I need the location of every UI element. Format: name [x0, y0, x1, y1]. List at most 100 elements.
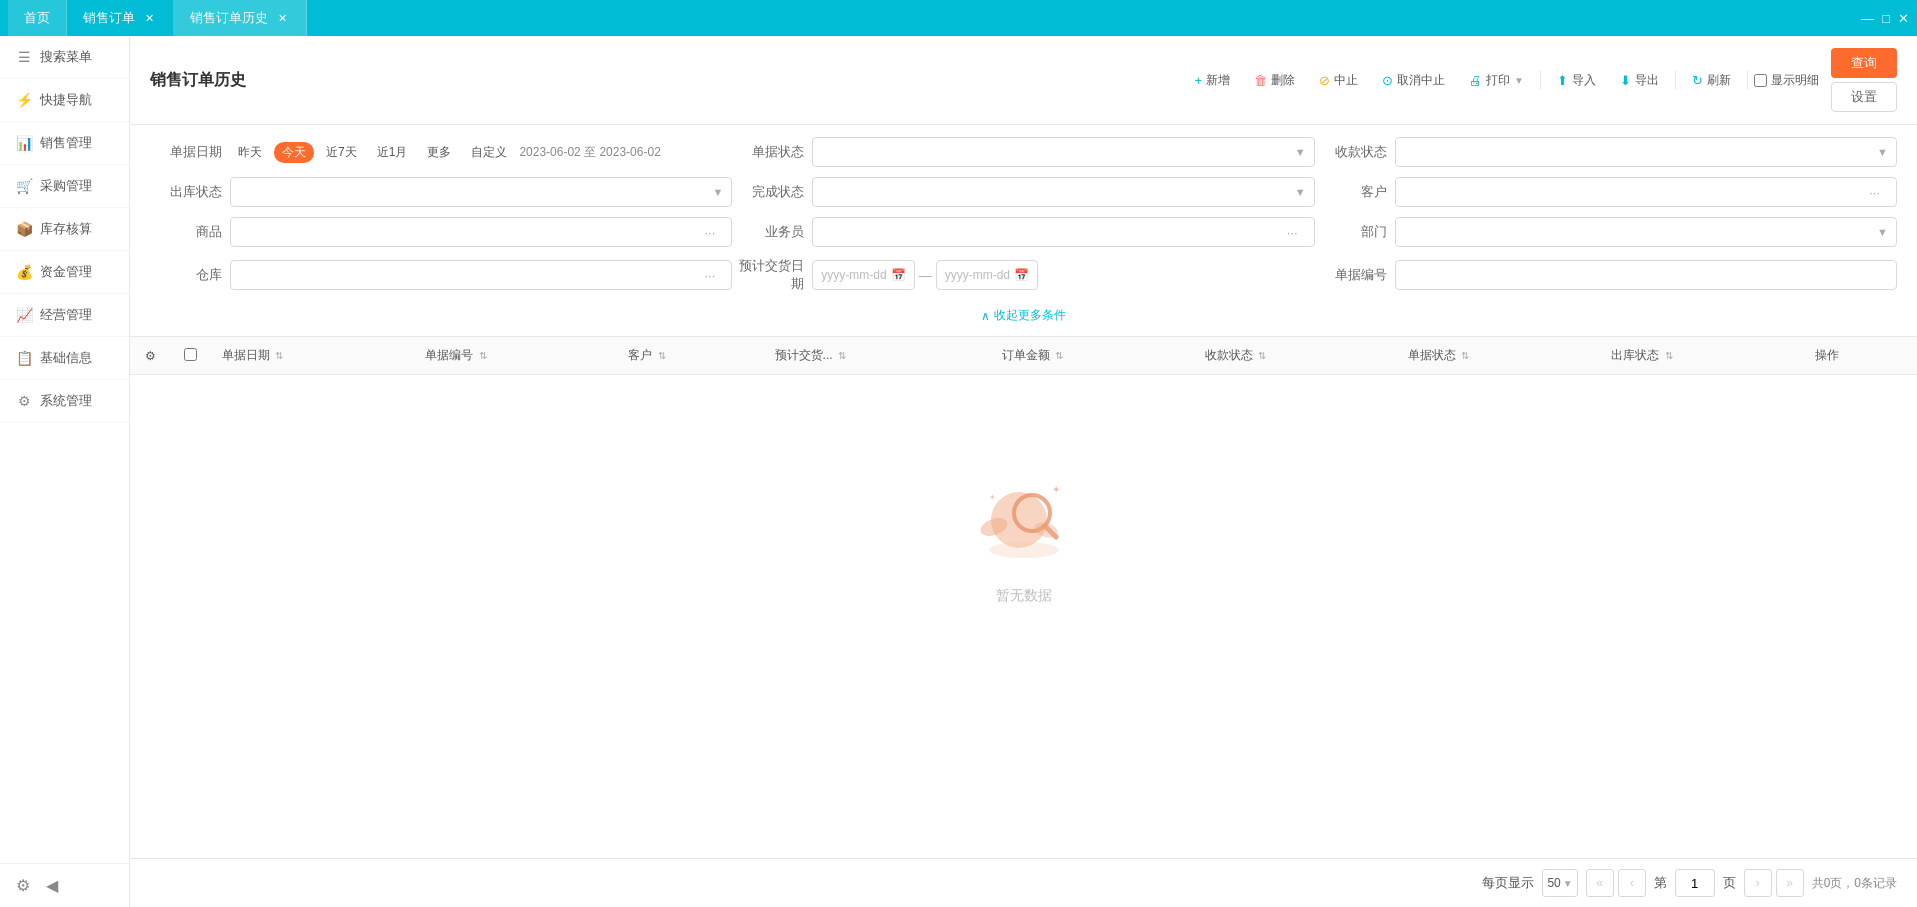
stop-icon: ⊘: [1319, 73, 1330, 88]
first-page-btn[interactable]: «: [1586, 869, 1614, 897]
export-button[interactable]: ⬇ 导出: [1610, 67, 1669, 94]
delivery-status-sort-icon[interactable]: ⇅: [1665, 350, 1673, 361]
filter-payment-status: 收款状态 ▼: [1315, 137, 1897, 167]
th-customer: 客户 ⇅: [616, 337, 762, 375]
tab-sales-order-close[interactable]: ✕: [141, 10, 157, 26]
payment-status-arrow-icon: ▼: [1877, 146, 1888, 158]
collapse-button[interactable]: ∧ 收起更多条件: [981, 307, 1066, 324]
sidebar-item-sales-mgmt[interactable]: 📊 销售管理: [0, 122, 129, 165]
svg-point-4: [1019, 500, 1035, 516]
complete-status-select[interactable]: ▼: [812, 177, 1314, 207]
inventory-icon: 📦: [16, 221, 32, 237]
sidebar-collapse-icon[interactable]: ◀: [46, 876, 58, 895]
tab-sales-order[interactable]: 销售订单 ✕: [67, 0, 174, 36]
order-amount-sort-icon[interactable]: ⇅: [1055, 350, 1063, 361]
bill-number-input[interactable]: [1395, 260, 1897, 290]
bill-number-sort-icon[interactable]: ⇅: [479, 350, 487, 361]
goods-dots-btn[interactable]: ···: [696, 225, 723, 240]
salesperson-input[interactable]: ···: [812, 217, 1314, 247]
prev-page-btn[interactable]: ‹: [1618, 869, 1646, 897]
payment-status-sort-icon[interactable]: ⇅: [1258, 350, 1266, 361]
warehouse-input[interactable]: ···: [230, 260, 732, 290]
page-title: 销售订单历史: [150, 70, 246, 91]
goods-input[interactable]: ···: [230, 217, 732, 247]
window-controls: — □ ✕: [1861, 11, 1909, 26]
filter-salesperson: 业务员 ···: [732, 217, 1314, 247]
display-detail-label: 显示明细: [1771, 72, 1819, 89]
salesperson-dots-btn[interactable]: ···: [1279, 225, 1306, 240]
pagination-footer: 每页显示 50 ▼ « ‹ 第 页 › » 共0页，0条记录: [130, 858, 1917, 907]
quick-nav-icon: ⚡: [16, 92, 32, 108]
bill-date-sort-icon[interactable]: ⇅: [275, 350, 283, 361]
filter-row-1: 单据日期 昨天 今天 近7天 近1月 更多 自定义 2023-06-02 至 2…: [150, 137, 1897, 167]
minimize-btn[interactable]: —: [1861, 11, 1874, 26]
warehouse-status-arrow-icon: ▼: [712, 186, 723, 198]
sidebar-item-quick-nav[interactable]: ⚡ 快捷导航: [0, 79, 129, 122]
window-close-btn[interactable]: ✕: [1898, 11, 1909, 26]
th-expected-delivery: 预计交货... ⇅: [763, 337, 990, 375]
sidebar-item-inventory[interactable]: 📦 库存核算: [0, 208, 129, 251]
sidebar-settings-icon[interactable]: ⚙: [16, 876, 30, 895]
next-page-btn[interactable]: ›: [1744, 869, 1772, 897]
date-tab-yesterday[interactable]: 昨天: [230, 142, 270, 163]
maximize-btn[interactable]: □: [1882, 11, 1890, 26]
department-select[interactable]: ▼: [1395, 217, 1897, 247]
payment-status-select[interactable]: ▼: [1395, 137, 1897, 167]
page-size-arrow-icon: ▼: [1563, 878, 1573, 889]
date-tab-today[interactable]: 今天: [274, 142, 314, 163]
page-word-before: 第: [1650, 874, 1671, 892]
bill-status-label: 单据状态: [732, 143, 812, 161]
expected-delivery-sort-icon[interactable]: ⇅: [838, 350, 846, 361]
date-tab-7days[interactable]: 近7天: [318, 142, 365, 163]
display-detail-check[interactable]: 显示明细: [1754, 72, 1819, 89]
sidebar-item-base-info[interactable]: 📋 基础信息: [0, 337, 129, 380]
refresh-button[interactable]: ↻ 刷新: [1682, 67, 1741, 94]
sidebar-item-purchase-mgmt[interactable]: 🛒 采购管理: [0, 165, 129, 208]
warehouse-dots-btn[interactable]: ···: [696, 268, 723, 283]
sidebar-item-search-menu[interactable]: ☰ 搜索菜单: [0, 36, 129, 79]
new-label: 新增: [1206, 72, 1230, 89]
new-button[interactable]: + 新增: [1185, 67, 1241, 94]
filter-row-3: 商品 ··· 业务员 ··· 部门: [150, 217, 1897, 247]
import-button[interactable]: ⬆ 导入: [1547, 67, 1606, 94]
display-detail-checkbox[interactable]: [1754, 74, 1767, 87]
customer-dots-btn[interactable]: ···: [1861, 185, 1888, 200]
cancel-stop-button[interactable]: ⊙ 取消中止: [1372, 67, 1455, 94]
sidebar-item-sys-mgmt[interactable]: ⚙ 系统管理: [0, 380, 129, 423]
sidebar-item-finance[interactable]: 💰 资金管理: [0, 251, 129, 294]
base-info-icon: 📋: [16, 350, 32, 366]
tab-sales-order-history-close[interactable]: ✕: [274, 10, 290, 26]
settings-gear-icon[interactable]: ⚙: [145, 349, 156, 363]
page-size-label: 每页显示: [1482, 874, 1534, 892]
date-tab-1month[interactable]: 近1月: [369, 142, 416, 163]
date-tab-custom[interactable]: 自定义: [463, 142, 515, 163]
sidebar-item-sales-mgmt-label: 销售管理: [40, 134, 92, 152]
bill-status-select[interactable]: ▼: [812, 137, 1314, 167]
settings-button[interactable]: 设置: [1831, 82, 1897, 112]
delete-button[interactable]: 🗑 删除: [1244, 67, 1305, 94]
th-operation-label: 操作: [1815, 348, 1839, 362]
sidebar-item-operations[interactable]: 📈 经营管理: [0, 294, 129, 337]
expected-date-from-input[interactable]: yyyy-mm-dd 📅: [812, 260, 914, 290]
tab-sales-order-history[interactable]: 销售订单历史 ✕: [174, 0, 307, 36]
select-all-checkbox[interactable]: [184, 348, 197, 361]
page-number-input[interactable]: [1675, 869, 1715, 897]
page-size-select[interactable]: 50 ▼: [1542, 869, 1577, 897]
th-expected-delivery-label: 预计交货...: [775, 348, 833, 362]
th-delivery-status-label: 出库状态: [1611, 348, 1659, 362]
bill-status-sort-icon[interactable]: ⇅: [1461, 350, 1469, 361]
query-button[interactable]: 查询: [1831, 48, 1897, 78]
department-label: 部门: [1315, 223, 1395, 241]
print-button[interactable]: 🖨 打印 ▼: [1459, 67, 1534, 94]
date-tab-more[interactable]: 更多: [419, 142, 459, 163]
tab-home[interactable]: 首页: [8, 0, 67, 36]
warehouse-status-select[interactable]: ▼: [230, 177, 732, 207]
th-delivery-status: 出库状态 ⇅: [1599, 337, 1802, 375]
last-page-btn[interactable]: »: [1776, 869, 1804, 897]
print-icon: 🖨: [1469, 73, 1482, 88]
stop-button[interactable]: ⊘ 中止: [1309, 67, 1368, 94]
expected-date-to-input[interactable]: yyyy-mm-dd 📅: [936, 260, 1038, 290]
customer-input[interactable]: ···: [1395, 177, 1897, 207]
th-check: [170, 337, 210, 375]
customer-sort-icon[interactable]: ⇅: [658, 350, 666, 361]
